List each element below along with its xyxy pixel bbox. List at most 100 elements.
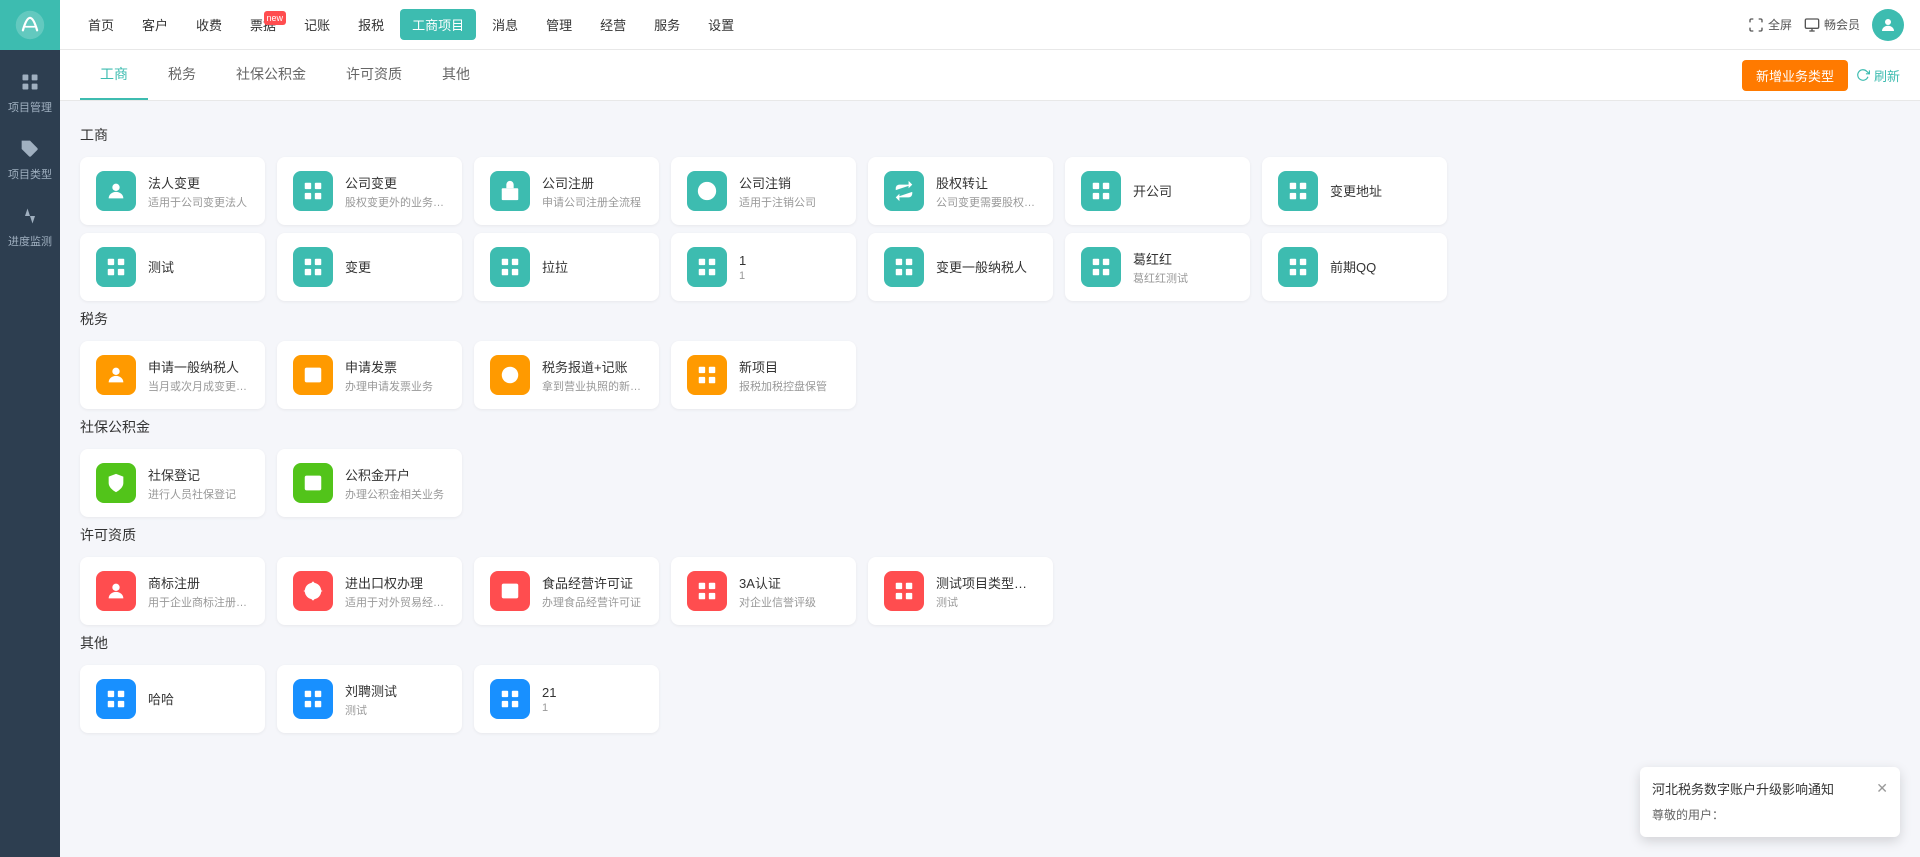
nav-accounts[interactable]: 记账 [292, 9, 342, 40]
card-food-license[interactable]: 食品经营许可证 办理食品经营许可证 [474, 557, 659, 625]
cards-grid-other: 哈哈 刘聘测试 测试 [80, 665, 1900, 733]
nav-service[interactable]: 服务 [642, 9, 692, 40]
section-title-business: 工商 [80, 125, 1900, 145]
card-icon-legal-change [96, 171, 136, 211]
card-one[interactable]: 1 1 [671, 233, 856, 301]
card-name: 股权转让 [936, 173, 1037, 192]
card-name: 测试 [148, 257, 249, 276]
nav-manage[interactable]: 管理 [534, 9, 584, 40]
tab-tax[interactable]: 税务 [148, 50, 216, 100]
card-open-company[interactable]: 开公司 [1065, 157, 1250, 225]
card-change-address[interactable]: 变更地址 [1262, 157, 1447, 225]
section-title-license: 许可资质 [80, 525, 1900, 545]
section-title-other: 其他 [80, 633, 1900, 653]
card-haha[interactable]: 哈哈 [80, 665, 265, 733]
card-change[interactable]: 变更 [277, 233, 462, 301]
tab-business[interactable]: 工商 [80, 50, 148, 100]
card-apply-invoice[interactable]: 申请发票 办理申请发票业务 [277, 341, 462, 409]
card-name: 公司变更 [345, 173, 446, 192]
sidebar-item-progress-monitor[interactable]: 进度监测 [0, 192, 60, 259]
notification-close-button[interactable]: ✕ [1876, 780, 1888, 797]
nav-settings[interactable]: 设置 [696, 9, 746, 40]
card-twenty-one[interactable]: 21 1 [474, 665, 659, 733]
card-name: 哈哈 [148, 689, 249, 708]
nav-invoice[interactable]: 票据 new [238, 9, 288, 40]
avatar-icon [1879, 16, 1897, 34]
card-desc: 1 [739, 270, 840, 282]
content-area: 工商 税务 社保公积金 许可资质 其他 新增业务类型 刷新 工商 [60, 50, 1920, 857]
card-lala[interactable]: 拉拉 [474, 233, 659, 301]
card-ge-honghong[interactable]: 葛红红 葛红红测试 [1065, 233, 1250, 301]
fullscreen-btn[interactable]: 全屏 [1748, 16, 1792, 33]
card-legal-change[interactable]: 法人变更 适用于公司变更法人 [80, 157, 265, 225]
sidebar-item-project-mgmt[interactable]: 项目管理 [0, 58, 60, 125]
card-company-change[interactable]: 公司变更 股权变更外的业务变更 [277, 157, 462, 225]
card-name: 申请发票 [345, 357, 446, 376]
card-company-register[interactable]: 公司注册 申请公司注册全流程 [474, 157, 659, 225]
card-name: 新项目 [739, 357, 840, 376]
nav-operation[interactable]: 经营 [588, 9, 638, 40]
card-change-taxpayer[interactable]: 变更一般纳税人 [868, 233, 1053, 301]
nav-tax[interactable]: 报税 [346, 9, 396, 40]
card-test-type-def[interactable]: 测试项目类型自定义 测试 [868, 557, 1053, 625]
card-icon-company-change [293, 171, 333, 211]
card-3a-cert[interactable]: 3A认证 对企业信誉评级 [671, 557, 856, 625]
nav-message[interactable]: 消息 [480, 9, 530, 40]
tab-social[interactable]: 社保公积金 [216, 50, 326, 100]
card-desc: 办理食品经营许可证 [542, 594, 643, 610]
card-desc: 适用于公司变更法人 [148, 194, 249, 210]
card-icon-import-export [293, 571, 333, 611]
nav-client[interactable]: 客户 [130, 9, 180, 40]
sidebar-item-project-type[interactable]: 项目类型 [0, 125, 60, 192]
sidebar-logo[interactable] [0, 0, 60, 50]
tab-other[interactable]: 其他 [422, 50, 490, 100]
tabs-list: 工商 税务 社保公积金 许可资质 其他 [80, 50, 490, 100]
sidebar-item-label: 项目管理 [8, 99, 52, 115]
card-trademark[interactable]: 商标注册 用于企业商标注册服务 [80, 557, 265, 625]
card-icon-one [687, 247, 727, 287]
card-equity-transfer[interactable]: 股权转让 公司变更需要股权转让 [868, 157, 1053, 225]
card-icon-open-company [1081, 171, 1121, 211]
card-new-project[interactable]: 新项目 报税加税控盘保管 [671, 341, 856, 409]
sidebar-item-label: 进度监测 [8, 233, 52, 249]
refresh-button[interactable]: 刷新 [1856, 66, 1900, 85]
card-social-register[interactable]: 社保登记 进行人员社保登记 [80, 449, 265, 517]
card-previous-qq[interactable]: 前期QQ [1262, 233, 1447, 301]
card-desc: 对企业信誉评级 [739, 594, 840, 610]
member-icon [1804, 17, 1820, 33]
card-test[interactable]: 测试 [80, 233, 265, 301]
nav-billing[interactable]: 收费 [184, 9, 234, 40]
card-name: 申请一般纳税人 [148, 357, 249, 376]
new-badge: new [264, 11, 287, 25]
chart-icon [16, 202, 44, 230]
card-icon-social-register [96, 463, 136, 503]
card-name: 21 [542, 685, 643, 700]
card-name: 变更地址 [1330, 181, 1431, 200]
nav-business[interactable]: 工商项目 [400, 9, 476, 40]
avatar[interactable] [1872, 9, 1904, 41]
notification-popup: 河北税务数字账户升级影响通知 ✕ 尊敬的用户： [1640, 767, 1900, 837]
card-icon-apply-taxpayer [96, 355, 136, 395]
member-btn[interactable]: 畅会员 [1804, 16, 1860, 33]
card-tax-report-accounts[interactable]: 税务报道+记账 拿到营业执照的新公司 [474, 341, 659, 409]
cards-grid-business: 法人变更 适用于公司变更法人 公司变更 股权变更外的业务变更 [80, 157, 1900, 225]
tab-license[interactable]: 许可资质 [326, 50, 422, 100]
card-icon-trademark [96, 571, 136, 611]
card-liu-pei-test[interactable]: 刘聘测试 测试 [277, 665, 462, 733]
grid-icon [16, 68, 44, 96]
topnav-items: 首页 客户 收费 票据 new 记账 报税 工商项目 消息 管理 经营 服务 设… [76, 9, 1748, 40]
card-desc: 适用于注销公司 [739, 194, 840, 210]
card-name: 拉拉 [542, 257, 643, 276]
card-desc: 用于企业商标注册服务 [148, 594, 249, 610]
card-name: 开公司 [1133, 181, 1234, 200]
tag-icon [16, 135, 44, 163]
card-name: 3A认证 [739, 573, 840, 592]
card-icon-equity-transfer [884, 171, 924, 211]
nav-home[interactable]: 首页 [76, 9, 126, 40]
card-apply-taxpayer[interactable]: 申请一般纳税人 当月或次月成变更完成 [80, 341, 265, 409]
card-fund-account[interactable]: 公积金开户 办理公积金相关业务 [277, 449, 462, 517]
card-company-cancel[interactable]: 公司注销 适用于注销公司 [671, 157, 856, 225]
new-type-button[interactable]: 新增业务类型 [1742, 60, 1848, 91]
card-import-export[interactable]: 进出口权办理 适用于对外贸易经营者 [277, 557, 462, 625]
notification-header: 河北税务数字账户升级影响通知 ✕ [1652, 779, 1888, 798]
